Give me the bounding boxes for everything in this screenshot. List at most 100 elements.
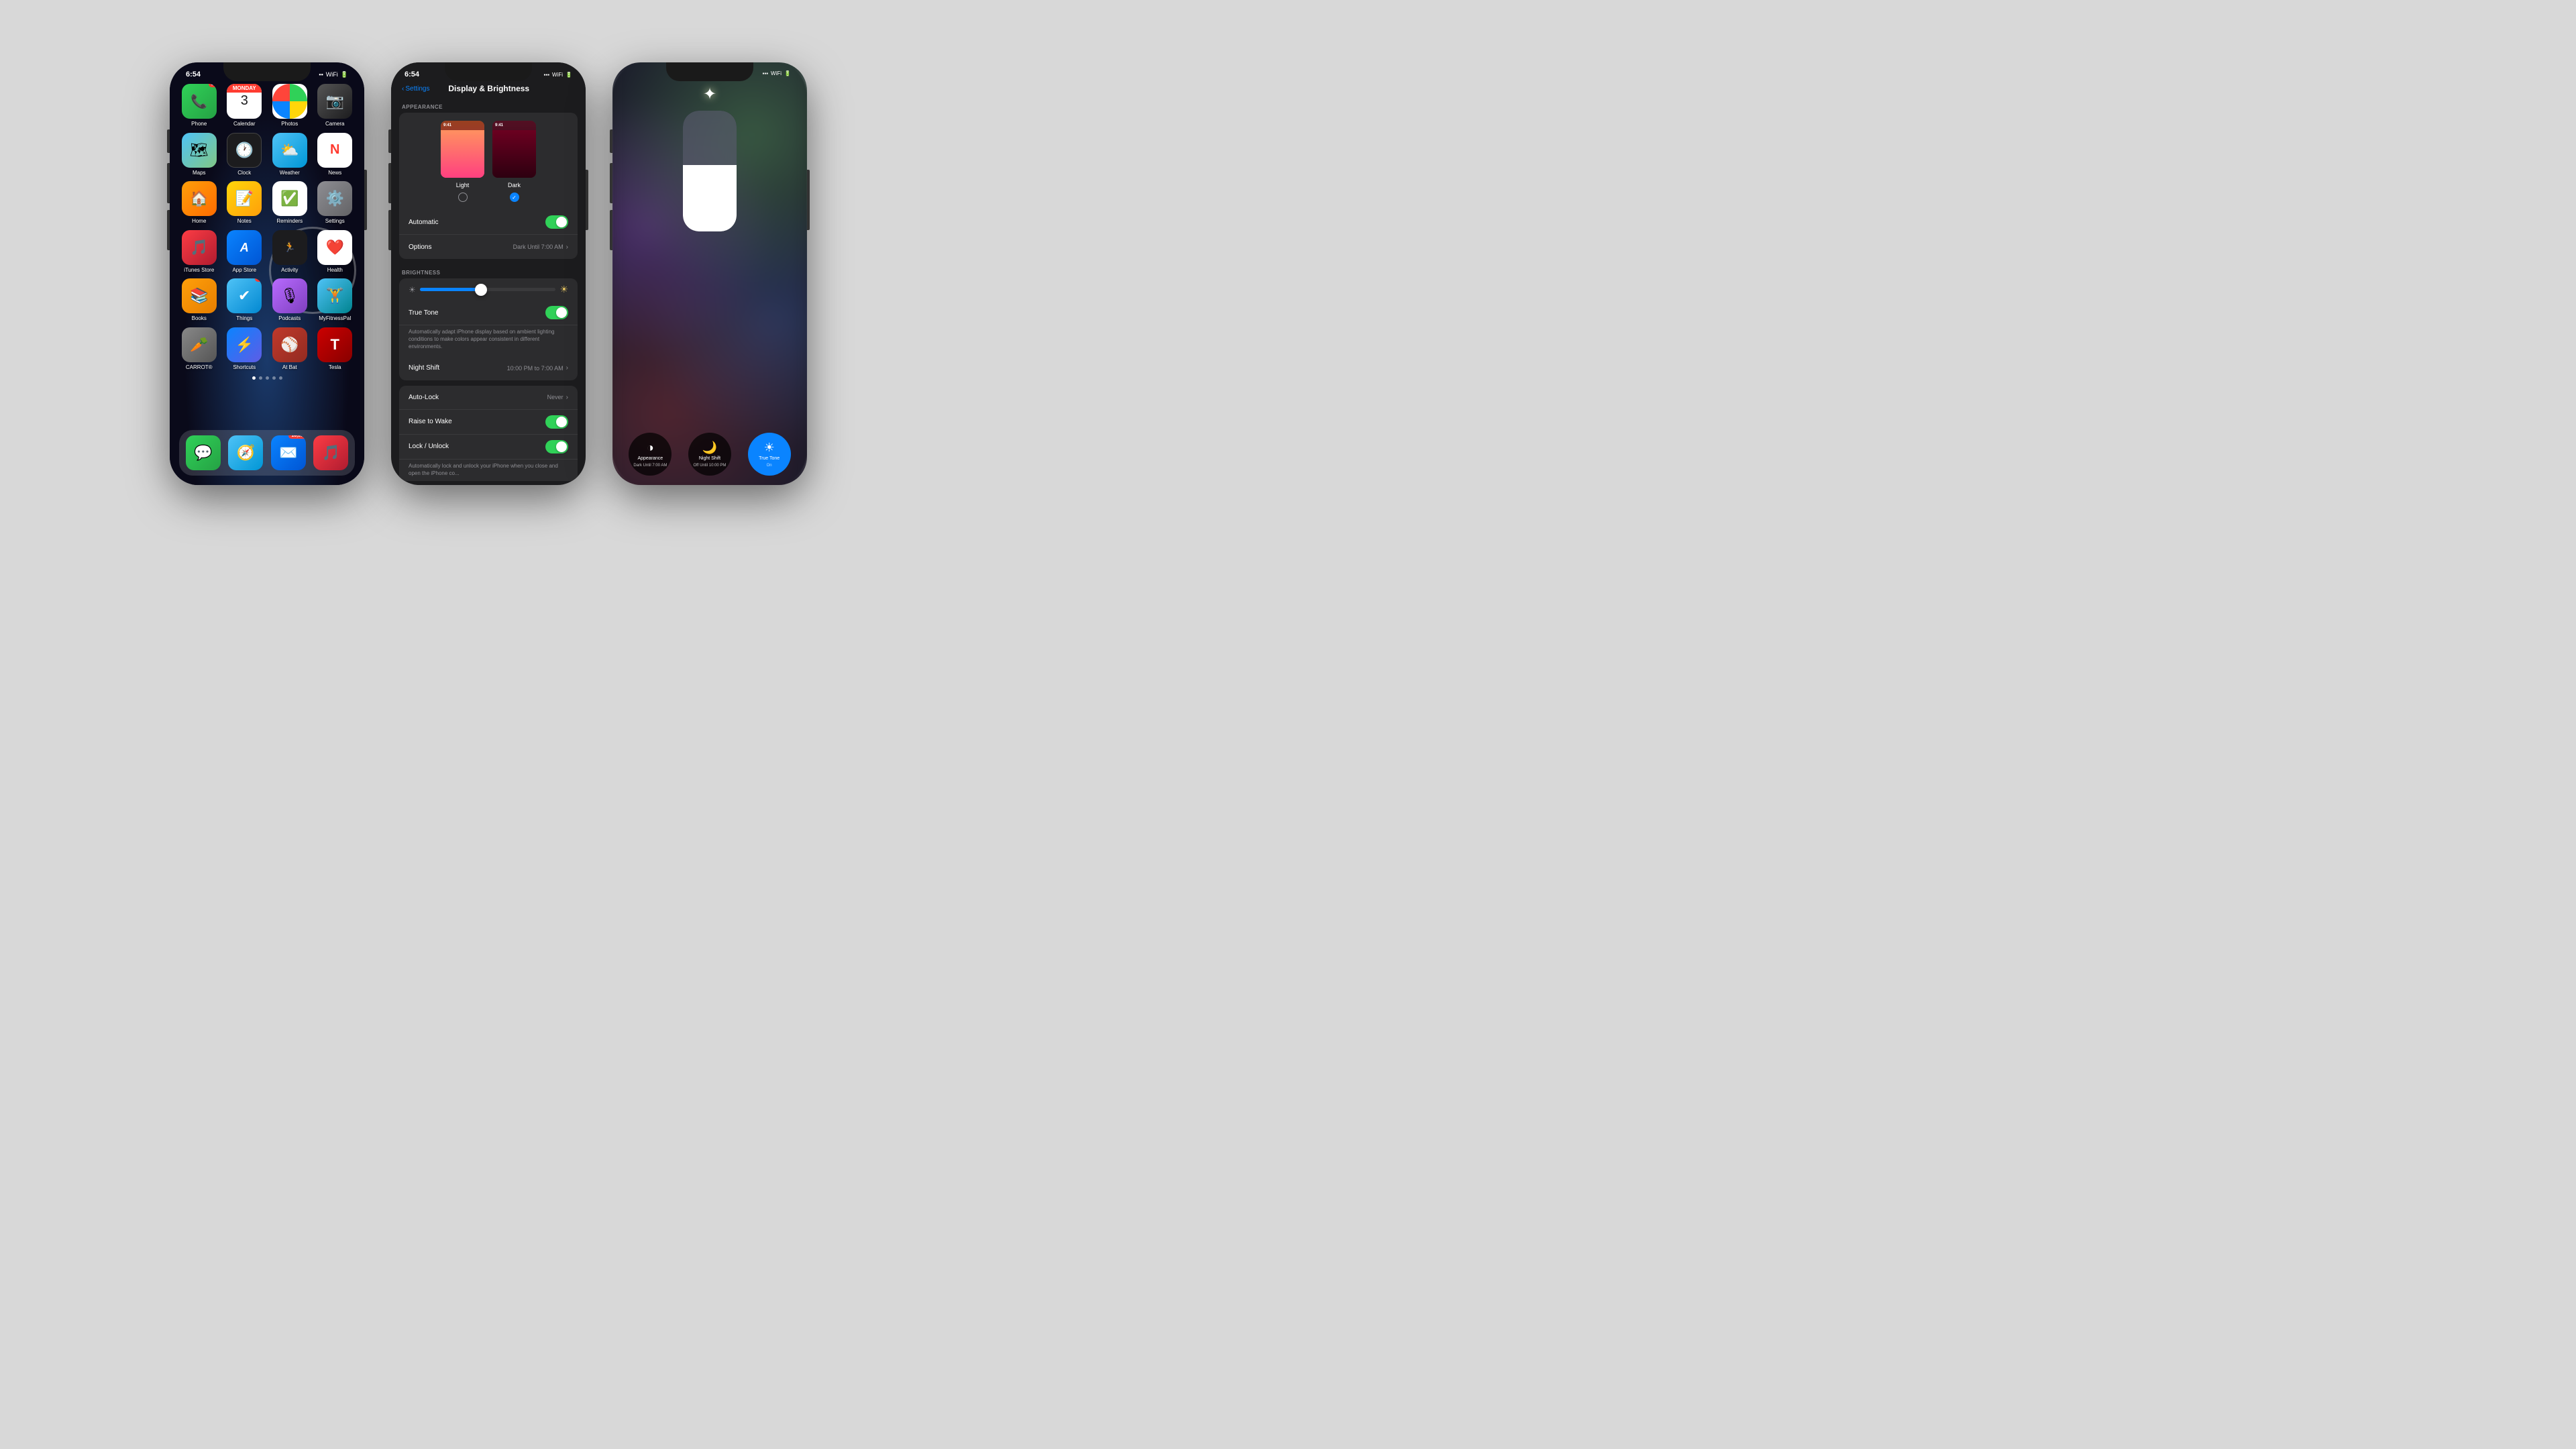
- phone-icon: 📞 27: [182, 84, 217, 119]
- cc-appearance-sub: Dark Until 7:00 AM: [633, 464, 667, 468]
- signal-icon: ▪▪: [319, 71, 323, 78]
- app-news[interactable]: N News: [315, 133, 356, 176]
- settings-signal: ▪▪▪: [544, 72, 550, 78]
- phone1-frame: 6:54 ▪▪ WiFi 🔋 📞 27 Phone: [170, 62, 364, 485]
- notes-icon: 📝: [227, 181, 262, 216]
- mail-icon: ✉️ 10,510: [271, 435, 306, 470]
- shortcuts-icon: ⚡: [227, 327, 262, 362]
- phone2-frame: 6:54 ▪▪▪ WiFi 🔋 ‹ Settings Display & Bri…: [391, 62, 586, 485]
- cc-night-shift-sub: Off Until 10:00 PM: [694, 464, 727, 468]
- settings-page-title: Display & Brightness: [448, 84, 529, 93]
- appearance-section-label: APPEARANCE: [391, 99, 586, 113]
- shortcuts-label: Shortcuts: [233, 364, 256, 371]
- cc-wifi: WiFi: [771, 70, 782, 76]
- app-reminders[interactable]: ✅ Reminders: [270, 181, 310, 225]
- app-photos[interactable]: Photos: [270, 84, 310, 127]
- page-dot-4: [272, 376, 276, 380]
- auto-lock-row[interactable]: Auto-Lock Never ›: [399, 386, 578, 410]
- app-activity[interactable]: 🏃 Activity: [270, 230, 310, 274]
- cc-status-bar: ▪▪▪ WiFi 🔋: [612, 62, 807, 79]
- app-weather[interactable]: ⛅ Weather: [270, 133, 310, 176]
- app-atbat[interactable]: ⚾ At Bat: [270, 327, 310, 371]
- night-shift-chevron: ›: [566, 364, 568, 372]
- back-label: Settings: [405, 85, 429, 93]
- options-value: Dark Until 7:00 AM: [513, 244, 564, 250]
- news-label: News: [328, 170, 341, 176]
- power-button[interactable]: [364, 170, 367, 230]
- app-settings[interactable]: ⚙️ Settings: [315, 181, 356, 225]
- cc-appearance-icon: ◑: [647, 441, 654, 455]
- cc-brightness-bar[interactable]: [683, 111, 737, 231]
- options-chevron: ›: [566, 244, 568, 251]
- cc-brightness-container[interactable]: [623, 111, 796, 231]
- raise-wake-row[interactable]: Raise to Wake: [399, 410, 578, 435]
- true-tone-toggle[interactable]: [545, 306, 568, 319]
- true-tone-row[interactable]: True Tone: [399, 301, 578, 325]
- phone-badge: 27: [209, 84, 217, 87]
- brightness-thumb[interactable]: [475, 284, 487, 296]
- atbat-label: At Bat: [282, 364, 297, 371]
- app-home[interactable]: 🏠 Home: [179, 181, 219, 225]
- true-tone-description: Automatically adapt iPhone display based…: [399, 325, 578, 356]
- dock-mail[interactable]: ✉️ 10,510: [270, 435, 307, 470]
- light-label: Light: [456, 182, 470, 189]
- tesla-icon: T: [317, 327, 352, 362]
- cc-night-shift-button[interactable]: 🌙 Night Shift Off Until 10:00 PM: [688, 433, 731, 476]
- back-button[interactable]: ‹ Settings: [402, 85, 429, 93]
- app-podcasts[interactable]: 🎙 Podcasts: [270, 278, 310, 322]
- power-button-3[interactable]: [807, 170, 810, 230]
- app-mfp[interactable]: 🏋 MyFitnessPal: [315, 278, 356, 322]
- home-app-icon: 🏠: [182, 181, 217, 216]
- health-icon: ❤️: [317, 230, 352, 265]
- app-clock[interactable]: 🕐 Clock: [225, 133, 265, 176]
- podcasts-icon: 🎙: [272, 278, 307, 313]
- app-books[interactable]: 📚 Books: [179, 278, 219, 322]
- app-health[interactable]: ❤️ Health: [315, 230, 356, 274]
- dock-music[interactable]: 🎵: [313, 435, 350, 470]
- dark-option[interactable]: 9:41 Dark: [492, 121, 536, 202]
- night-shift-row[interactable]: Night Shift 10:00 PM to 7:00 AM ›: [399, 356, 578, 380]
- power-button-2[interactable]: [586, 170, 588, 230]
- lock-unlock-toggle[interactable]: [545, 440, 568, 453]
- itunes-icon: 🎵: [182, 230, 217, 265]
- app-maps[interactable]: 🗺 Maps: [179, 133, 219, 176]
- options-row[interactable]: Options Dark Until 7:00 AM ›: [399, 235, 578, 259]
- reminders-icon: ✅: [272, 181, 307, 216]
- app-appstore[interactable]: A App Store: [225, 230, 265, 274]
- auto-lock-label: Auto-Lock: [409, 394, 439, 401]
- cc-true-tone-icon: ☀: [764, 441, 775, 455]
- app-camera[interactable]: 📷 Camera: [315, 84, 356, 127]
- app-calendar[interactable]: Monday 3 1 Calendar: [225, 84, 265, 127]
- app-notes[interactable]: 📝 Notes: [225, 181, 265, 225]
- podcasts-label: Podcasts: [278, 315, 301, 322]
- page-dot-2: [259, 376, 262, 380]
- app-itunes[interactable]: 🎵 iTunes Store: [179, 230, 219, 274]
- lock-unlock-row[interactable]: Lock / Unlock: [399, 435, 578, 460]
- dock-safari[interactable]: 🧭: [227, 435, 265, 470]
- phone-label: Phone: [191, 121, 207, 127]
- app-shortcuts[interactable]: ⚡ Shortcuts: [225, 327, 265, 371]
- dock: 💬 🧭 ✉️ 10,510 🎵: [179, 430, 355, 476]
- brightness-track[interactable]: [420, 288, 556, 291]
- dock-messages[interactable]: 💬: [184, 435, 222, 470]
- app-phone[interactable]: 📞 27 Phone: [179, 84, 219, 127]
- cc-true-tone-button[interactable]: ☀ True Tone On: [748, 433, 791, 476]
- cc-appearance-button[interactable]: ◑ Appearance Dark Until 7:00 AM: [629, 433, 672, 476]
- things-icon: ✔ 1: [227, 278, 262, 313]
- app-things[interactable]: ✔ 1 Things: [225, 278, 265, 322]
- automatic-label: Automatic: [409, 219, 438, 226]
- light-radio[interactable]: [458, 193, 468, 202]
- light-option[interactable]: 9:41 Light: [441, 121, 484, 202]
- settings-nav: ‹ Settings Display & Brightness: [391, 81, 586, 99]
- automatic-toggle[interactable]: [545, 215, 568, 229]
- photos-icon: [272, 84, 307, 119]
- raise-wake-toggle[interactable]: [545, 415, 568, 429]
- app-carrot[interactable]: 🥕 CARROT®: [179, 327, 219, 371]
- dark-radio[interactable]: [510, 193, 519, 202]
- settings-label: Settings: [325, 218, 345, 225]
- app-tesla[interactable]: T Tesla: [315, 327, 356, 371]
- health-label: Health: [327, 267, 343, 274]
- cc-brightness-top: [683, 111, 737, 165]
- automatic-row[interactable]: Automatic: [399, 210, 578, 235]
- activity-label: Activity: [281, 267, 298, 274]
